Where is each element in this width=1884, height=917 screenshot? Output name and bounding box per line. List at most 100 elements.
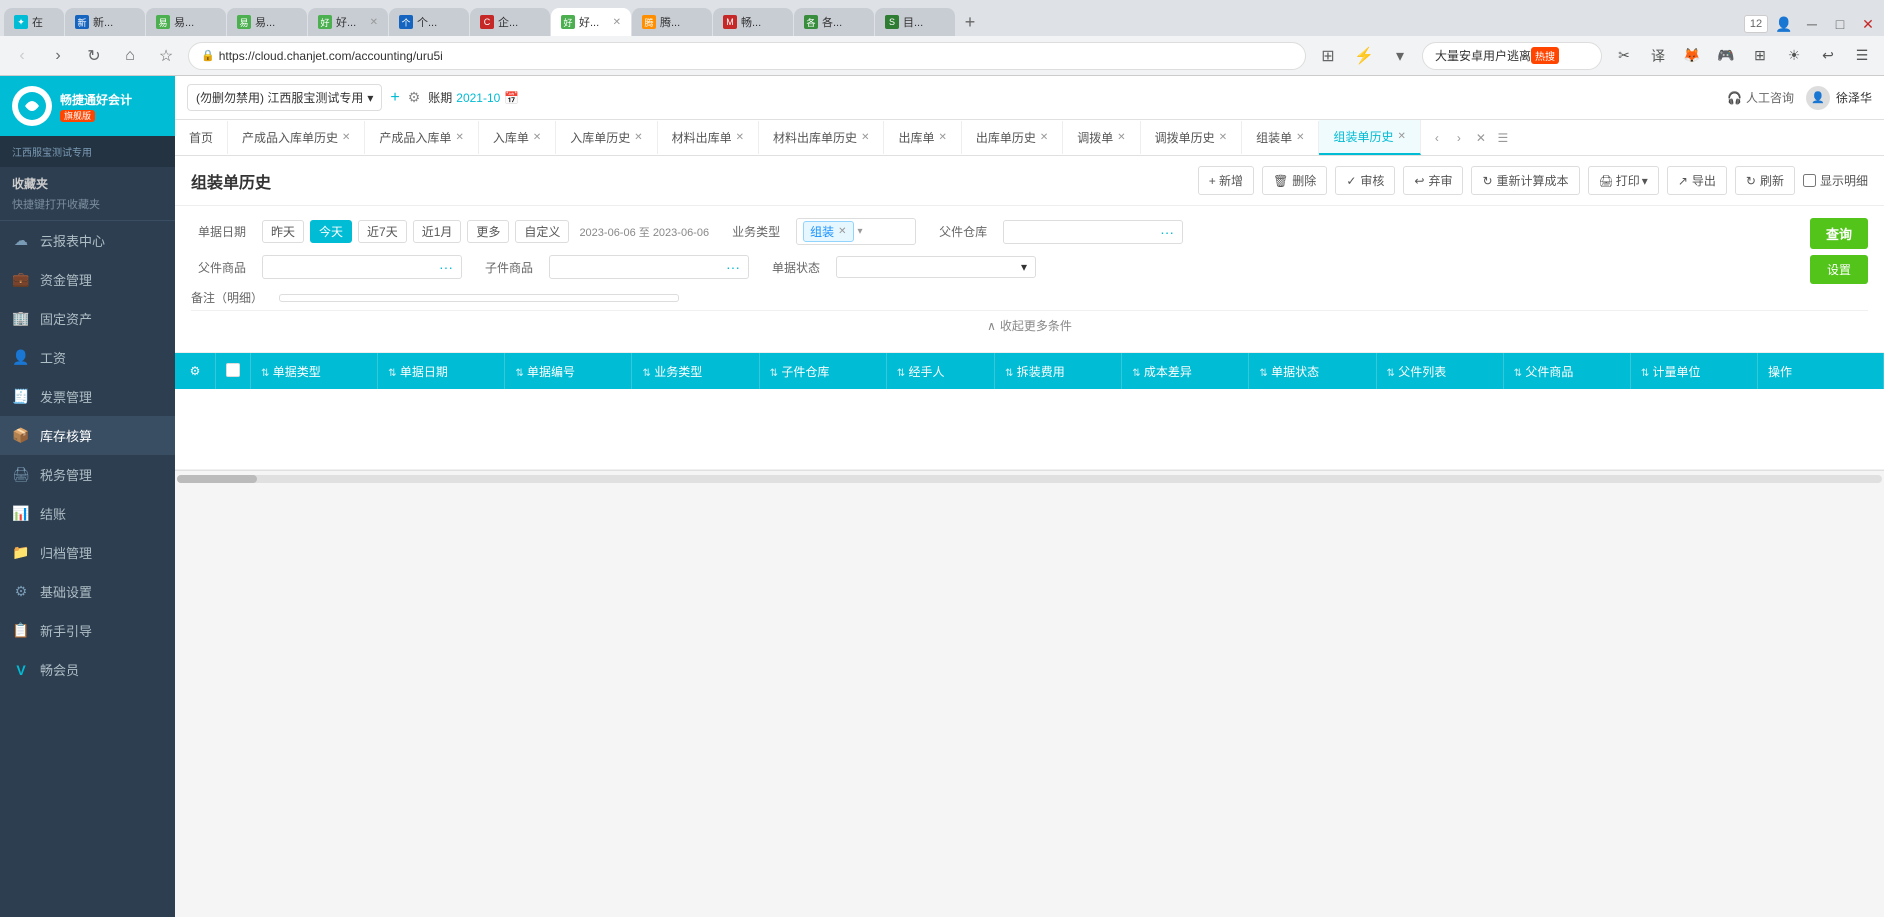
th-settings[interactable]: ⚙: [175, 353, 216, 389]
tab-close[interactable]: ✕: [736, 132, 744, 143]
audit-button[interactable]: ✓ 审核: [1335, 166, 1395, 195]
dropdown-icon[interactable]: ▾: [1386, 42, 1414, 70]
back-button[interactable]: ‹: [8, 42, 36, 70]
dropdown-arrow[interactable]: ▾: [858, 226, 863, 237]
browser-tab-special[interactable]: ✦ 在: [4, 8, 64, 36]
service-button[interactable]: 🎧 人工咨询: [1727, 89, 1794, 106]
page-tab-product-in-history[interactable]: 产成品入库单历史 ✕: [228, 121, 365, 154]
page-tab-material-out[interactable]: 材料出库单 ✕: [658, 121, 759, 154]
browser-tab-7[interactable]: C 企...: [470, 8, 550, 36]
tab-close[interactable]: ✕: [1296, 132, 1304, 143]
tab-close[interactable]: ✕: [1117, 132, 1125, 143]
settings-gear-btn[interactable]: ⚙: [185, 361, 205, 381]
refresh-button[interactable]: ↻ 刷新: [1735, 166, 1795, 195]
scrollbar-thumb[interactable]: [177, 475, 257, 483]
sidebar-item-guide[interactable]: 📋 新手引导: [0, 611, 175, 650]
browser-tab-9[interactable]: 腾 腾...: [632, 8, 712, 36]
apps-icon[interactable]: ⊞: [1746, 42, 1774, 70]
page-tab-material-out-history[interactable]: 材料出库单历史 ✕: [759, 121, 884, 154]
browser-tab-12[interactable]: S 目...: [875, 8, 955, 36]
tab-close[interactable]: ✕: [1219, 132, 1227, 143]
tab-close[interactable]: ✕: [861, 132, 869, 143]
sidebar-item-finance[interactable]: 💼 资金管理: [0, 260, 175, 299]
th-parent-list[interactable]: ⇅ 父件列表: [1376, 353, 1503, 389]
profile-icon[interactable]: 👤: [1772, 12, 1796, 36]
query-button[interactable]: 查询: [1810, 218, 1868, 249]
browser-tab-5[interactable]: 好 好... ✕: [308, 8, 388, 36]
browser-tab-10[interactable]: M 畅...: [713, 8, 793, 36]
home-button[interactable]: ⌂: [116, 42, 144, 70]
page-tab-product-in[interactable]: 产成品入库单 ✕: [365, 121, 478, 154]
th-parent-goods[interactable]: ⇅ 父件商品: [1503, 353, 1630, 389]
bookmark-button[interactable]: ☆: [152, 42, 180, 70]
search-box[interactable]: 大量安卓用户逃离 热搜: [1422, 42, 1602, 70]
header-checkbox[interactable]: [226, 363, 240, 377]
th-checkbox[interactable]: [216, 353, 251, 389]
tab-close-8[interactable]: ✕: [613, 17, 621, 28]
tag-close[interactable]: ✕: [838, 226, 846, 237]
tab-close[interactable]: ✕: [634, 132, 642, 143]
grid-icon[interactable]: ⊞: [1314, 42, 1342, 70]
sidebar-item-invoice[interactable]: 🧾 发票管理: [0, 377, 175, 416]
address-input[interactable]: 🔒 https://cloud.chanjet.com/accounting/u…: [188, 42, 1306, 70]
more-date-btn[interactable]: 更多: [467, 220, 509, 243]
new-tab-button[interactable]: +: [956, 8, 984, 36]
sidebar-item-tax[interactable]: 🖨 税务管理: [0, 455, 175, 494]
show-detail-checkbox[interactable]: [1803, 174, 1816, 187]
page-tab-in-history[interactable]: 入库单历史 ✕: [556, 121, 657, 154]
print-button[interactable]: 🖨 打印 ▾: [1588, 166, 1659, 195]
translate-icon[interactable]: 译: [1644, 42, 1672, 70]
page-tab-out[interactable]: 出库单 ✕: [884, 121, 961, 154]
sidebar-item-payroll[interactable]: 👤 工资: [0, 338, 175, 377]
delete-button[interactable]: 🗑 删除: [1262, 166, 1327, 195]
period-selector[interactable]: 账期 2021-10 📅: [428, 89, 519, 106]
child-goods-input[interactable]: ···: [549, 255, 749, 279]
sun-icon[interactable]: ☀: [1780, 42, 1808, 70]
month-btn[interactable]: 近1月: [413, 220, 462, 243]
page-tab-home[interactable]: 首页: [175, 121, 228, 154]
custom-btn[interactable]: 自定义: [515, 220, 569, 243]
parent-warehouse-input[interactable]: ···: [1003, 220, 1183, 244]
yesterday-btn[interactable]: 昨天: [262, 220, 304, 243]
page-tab-transfer[interactable]: 调拨单 ✕: [1063, 121, 1140, 154]
export-button[interactable]: ↗ 导出: [1667, 166, 1727, 195]
tab-close[interactable]: ✕: [455, 132, 463, 143]
tab-close[interactable]: ✕: [938, 132, 946, 143]
abandon-button[interactable]: ↩ 弃审: [1403, 166, 1463, 195]
collapse-button[interactable]: ∧ 收起更多条件: [191, 310, 1868, 340]
th-child-warehouse[interactable]: ⇅ 子件仓库: [759, 353, 886, 389]
page-tab-transfer-history[interactable]: 调拨单历史 ✕: [1141, 121, 1242, 154]
note-input[interactable]: [279, 294, 679, 302]
tab-close-5[interactable]: ✕: [370, 17, 378, 28]
scissors-icon[interactable]: ✂: [1610, 42, 1638, 70]
page-tab-assembly[interactable]: 组装单 ✕: [1242, 121, 1319, 154]
sidebar-item-closing[interactable]: 📊 结账: [0, 494, 175, 533]
sidebar-item-fixed-assets[interactable]: 🏢 固定资产: [0, 299, 175, 338]
parent-goods-input[interactable]: ···: [262, 255, 462, 279]
th-business-type[interactable]: ⇅ 业务类型: [632, 353, 759, 389]
th-handler[interactable]: ⇅ 经手人: [886, 353, 994, 389]
sidebar-item-cloud-report[interactable]: ☁ 云报表中心: [0, 221, 175, 260]
tab-close[interactable]: ✕: [1040, 132, 1048, 143]
user-info[interactable]: 👤 徐泽华: [1806, 86, 1872, 110]
browser-tab-8[interactable]: 好 好... ✕: [551, 8, 631, 36]
th-bill-status[interactable]: ⇅ 单据状态: [1249, 353, 1376, 389]
recalc-button[interactable]: ↻ 重新计算成本: [1471, 166, 1579, 195]
tab-close-all-icon[interactable]: ✕: [1471, 128, 1491, 148]
lightning-icon[interactable]: ⚡: [1350, 42, 1378, 70]
close-icon[interactable]: ✕: [1856, 12, 1880, 36]
th-disassemble-fee[interactable]: ⇅ 拆装费用: [995, 353, 1122, 389]
browser-tab-11[interactable]: 各 各...: [794, 8, 874, 36]
sidebar-item-settings[interactable]: ⚙ 基础设置: [0, 572, 175, 611]
settings-gear[interactable]: ⚙: [408, 89, 421, 106]
scrollbar-area[interactable]: [175, 470, 1884, 486]
th-cost-diff[interactable]: ⇅ 成本差异: [1122, 353, 1249, 389]
tab-close[interactable]: ✕: [533, 132, 541, 143]
week-btn[interactable]: 近7天: [358, 220, 407, 243]
browser-tab-3[interactable]: 易 易...: [146, 8, 226, 36]
browser-tab-6[interactable]: 个 个...: [389, 8, 469, 36]
new-button[interactable]: + 新增: [1198, 166, 1254, 195]
sidebar-item-inventory[interactable]: 📦 库存核算: [0, 416, 175, 455]
tab-close[interactable]: ✕: [342, 132, 350, 143]
ellipsis-btn[interactable]: ···: [1160, 224, 1174, 240]
